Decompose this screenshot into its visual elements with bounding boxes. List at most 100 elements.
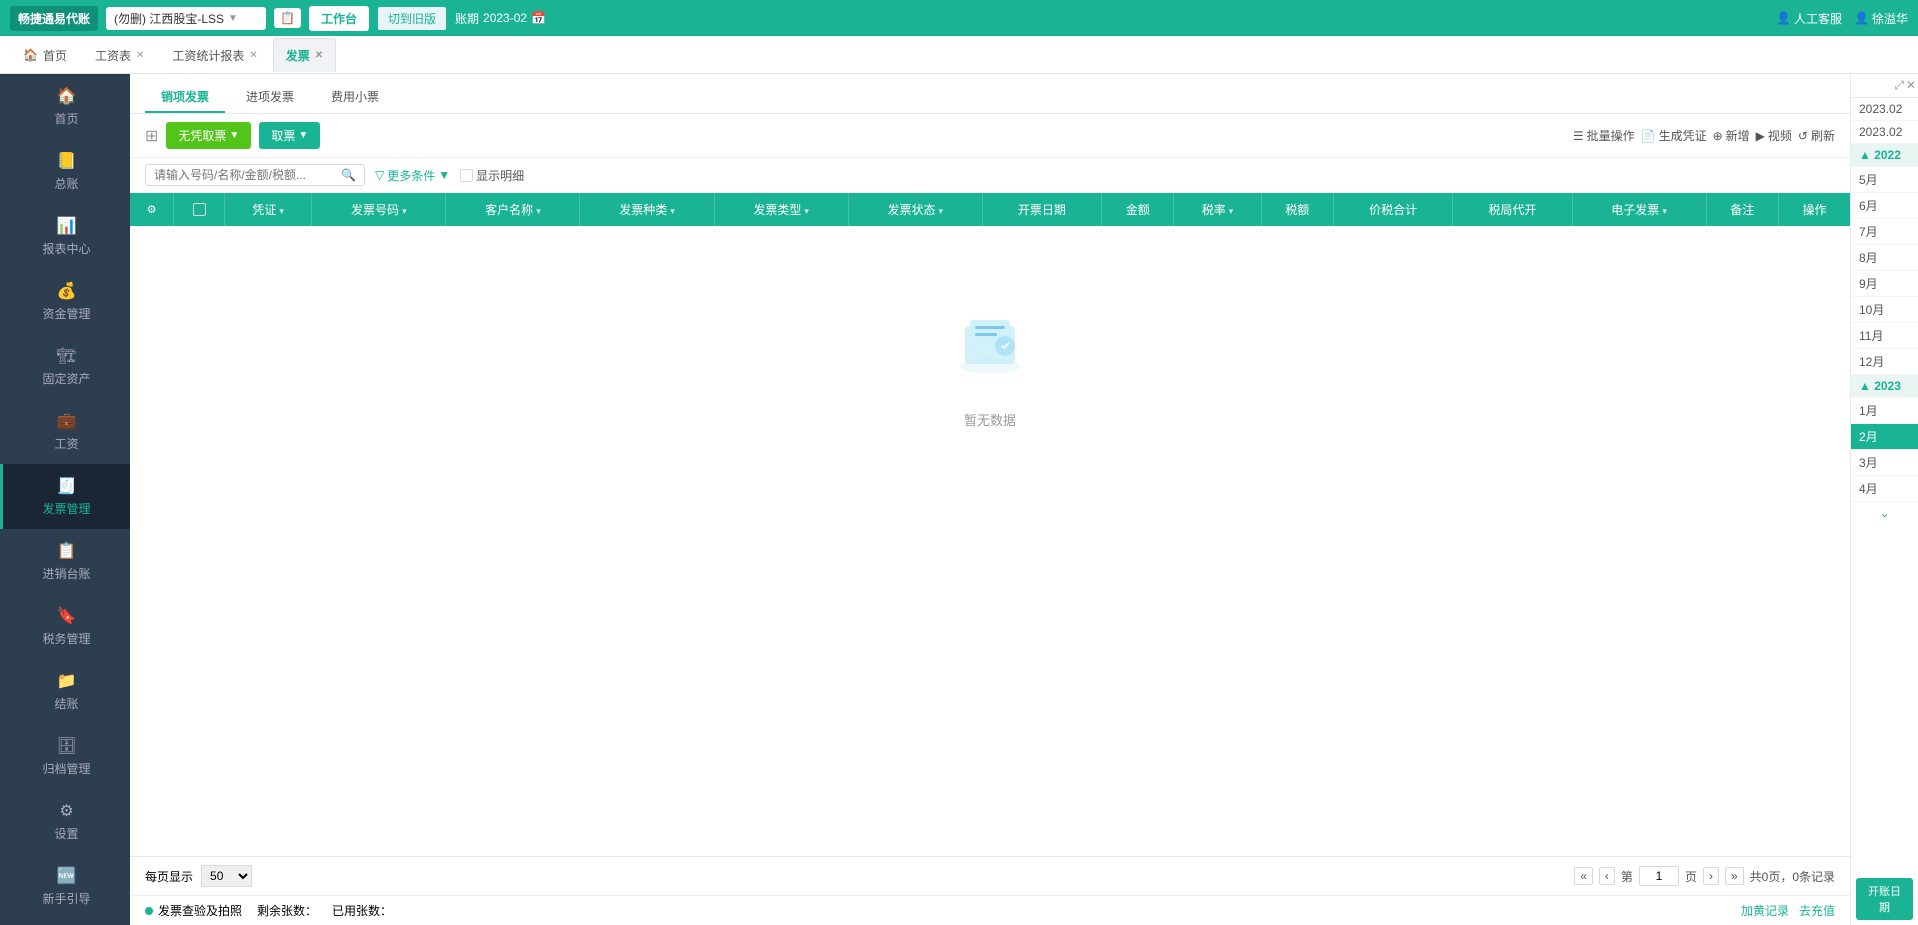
used-label: 已用张数： xyxy=(332,902,392,919)
more-conditions-btn[interactable]: ▽ 更多条件 ▼ xyxy=(375,167,450,184)
company-selector[interactable]: (勿删) 江西股宝-LSS ▼ xyxy=(106,7,266,30)
rp-date-label: 2023.02 xyxy=(1859,102,1902,116)
register-link[interactable]: 加黄记录 xyxy=(1741,902,1789,919)
col-voucher-filter[interactable]: ▾ xyxy=(279,206,284,216)
rp-month-jun[interactable]: 6月 xyxy=(1851,193,1918,219)
sidebar-item-close[interactable]: 📁 结账 xyxy=(0,659,130,724)
rp-open-period-btn[interactable]: 开账日期 xyxy=(1856,878,1913,920)
home-icon: 🏠 xyxy=(23,48,38,62)
customer-service[interactable]: 👤 人工客服 xyxy=(1776,10,1842,27)
new-label: 新增 xyxy=(1726,127,1750,144)
close-salary-tab-icon[interactable]: ✕ xyxy=(136,50,144,61)
new-btn[interactable]: ⊕ 新增 xyxy=(1713,127,1750,144)
close-invoice-tab-icon[interactable]: ✕ xyxy=(315,50,323,61)
rp-month-jul[interactable]: 7月 xyxy=(1851,219,1918,245)
tab-salary-stat[interactable]: 工资统计报表 ✕ xyxy=(159,38,270,72)
rp-year-2023-label: ▲ 2023 xyxy=(1859,379,1901,393)
tab-salary[interactable]: 工资表 ✕ xyxy=(82,38,157,72)
tab-invoice[interactable]: 发票 ✕ xyxy=(273,38,336,72)
last-page-btn[interactable]: » xyxy=(1725,867,1744,885)
recharge-link[interactable]: 去充值 xyxy=(1799,902,1835,919)
sidebar-item-tax[interactable]: 🔖 税务管理 xyxy=(0,594,130,659)
sidebar-item-guide[interactable]: 🆕 新手引导 xyxy=(0,854,130,919)
video-btn[interactable]: ▶ 视频 xyxy=(1756,127,1792,144)
sidebar-item-home[interactable]: 🏠 首页 xyxy=(0,74,130,139)
col-customer-filter[interactable]: ▾ xyxy=(536,206,541,216)
rp-month-nov[interactable]: 11月 xyxy=(1851,323,1918,349)
period-calendar-icon[interactable]: 📅 xyxy=(531,11,546,25)
col-invoice-type-filter[interactable]: ▾ xyxy=(670,206,675,216)
rp-date-item-header1[interactable]: 2023.02 xyxy=(1851,98,1918,121)
rp-year-2023[interactable]: ▲ 2023 xyxy=(1851,375,1918,398)
sidebar-item-member[interactable]: ♾ 畅会员 xyxy=(0,919,130,925)
rp-month-may[interactable]: 5月 xyxy=(1851,167,1918,193)
tab-expense-ticket[interactable]: 费用小票 xyxy=(315,82,395,113)
rp-year-2022[interactable]: ▲ 2022 xyxy=(1851,144,1918,167)
rp-month-sep[interactable]: 9月 xyxy=(1851,271,1918,297)
sidebar-item-settings[interactable]: ⚙ 设置 xyxy=(0,789,130,854)
gen-voucher-btn[interactable]: 📄 生成凭证 xyxy=(1641,127,1707,144)
sidebar-item-report[interactable]: 📊 报表中心 xyxy=(0,204,130,269)
close-salary-stat-tab-icon[interactable]: ✕ xyxy=(249,50,257,61)
sidebar-home-label: 首页 xyxy=(54,110,78,127)
batch-ops-btn[interactable]: ☰ 批量操作 xyxy=(1573,127,1635,144)
tab-sales-invoice[interactable]: 销项发票 xyxy=(145,82,225,113)
main-content: 🏠 首页 📒 总账 📊 报表中心 💰 资金管理 🏗 固定资产 💼 工资 🧾 发票… xyxy=(0,74,1918,925)
rp-month-apr-2023[interactable]: 4月 xyxy=(1851,476,1918,502)
search-input[interactable] xyxy=(154,168,337,182)
per-page-select[interactable]: 50 20 100 xyxy=(201,865,252,887)
col-checkbox[interactable] xyxy=(174,193,225,226)
col-e-invoice-filter[interactable]: ▾ xyxy=(1662,206,1667,216)
col-invoice-no-filter[interactable]: ▾ xyxy=(402,206,407,216)
sidebar-item-sales[interactable]: 📋 进销台账 xyxy=(0,529,130,594)
rp-expand-icon[interactable]: ⤢ xyxy=(1894,78,1904,93)
next-page-btn[interactable]: › xyxy=(1703,867,1719,885)
col-invoice-status-filter[interactable]: ▾ xyxy=(939,206,944,216)
tab-home[interactable]: 🏠 首页 xyxy=(10,38,80,72)
rp-month-feb-2023[interactable]: 2月 xyxy=(1851,424,1918,450)
sidebar-item-archive[interactable]: 🗄 归档管理 xyxy=(0,724,130,789)
invoice-tabs: 销项发票 进项发票 费用小票 xyxy=(130,74,1850,114)
table-footer: 每页显示 50 20 100 « ‹ 第 页 › » 共0页，0条记录 xyxy=(130,856,1850,895)
close-books-icon: 📁 xyxy=(57,671,77,691)
rp-date-label2: 2023.02 xyxy=(1859,125,1902,139)
copy-icon[interactable]: 📋 xyxy=(274,8,301,28)
rp-scroll-down[interactable]: ⌄ xyxy=(1851,502,1918,524)
prev-page-btn[interactable]: ‹ xyxy=(1599,867,1615,885)
refresh-btn[interactable]: ↺ 刷新 xyxy=(1798,127,1835,144)
tab-purchase-invoice[interactable]: 进项发票 xyxy=(230,82,310,113)
switch-version-button[interactable]: 切到旧版 xyxy=(377,6,447,31)
rp-month-aug[interactable]: 8月 xyxy=(1851,245,1918,271)
rp-month-oct[interactable]: 10月 xyxy=(1851,297,1918,323)
col-settings[interactable]: ⚙ xyxy=(130,193,174,226)
rp-date-item-header2[interactable]: 2023.02 xyxy=(1851,121,1918,144)
period-area: 账期 2023-02 📅 xyxy=(455,10,546,27)
sidebar-item-salary[interactable]: 💼 工资 xyxy=(0,399,130,464)
rp-month-jan-2023[interactable]: 1月 xyxy=(1851,398,1918,424)
take-dropdown-icon: ▼ xyxy=(298,130,308,141)
rp-month-dec[interactable]: 12月 xyxy=(1851,349,1918,375)
sidebar-item-invoice[interactable]: 🧾 发票管理 xyxy=(0,464,130,529)
remaining-label: 剩余张数： xyxy=(257,902,317,919)
col-invoice-category-filter[interactable]: ▾ xyxy=(804,206,809,216)
grid-settings-icon[interactable]: ⊞ xyxy=(145,126,158,146)
period-label: 账期 xyxy=(455,10,479,27)
rp-month-mar-2023[interactable]: 3月 xyxy=(1851,450,1918,476)
sidebar-item-fixed-assets[interactable]: 🏗 固定资产 xyxy=(0,334,130,399)
show-detail-checkbox[interactable] xyxy=(460,169,473,182)
first-page-btn[interactable]: « xyxy=(1574,867,1593,885)
take-btn[interactable]: 取票 ▼ xyxy=(259,122,320,149)
more-conditions-label: 更多条件 xyxy=(387,167,435,184)
workbench-button[interactable]: 工作台 xyxy=(309,6,369,31)
rp-close-icon[interactable]: ✕ xyxy=(1906,78,1916,92)
tab-home-label: 首页 xyxy=(43,47,67,64)
rp-header: ✕ ⤢ xyxy=(1851,74,1918,98)
bottom-actions: 发票查验及拍照 剩余张数： 已用张数： 加黄记录 去充值 xyxy=(130,895,1850,925)
page-input[interactable] xyxy=(1639,866,1679,886)
sidebar-item-ledger[interactable]: 📒 总账 xyxy=(0,139,130,204)
no-voucher-btn[interactable]: 无凭取票 ▼ xyxy=(166,122,251,149)
col-tax-rate-filter[interactable]: ▾ xyxy=(1229,206,1234,216)
user-menu[interactable]: 👤 徐溢华 xyxy=(1854,10,1908,27)
fixed-assets-icon: 🏗 xyxy=(56,346,76,366)
sidebar-item-fund[interactable]: 💰 资金管理 xyxy=(0,269,130,334)
